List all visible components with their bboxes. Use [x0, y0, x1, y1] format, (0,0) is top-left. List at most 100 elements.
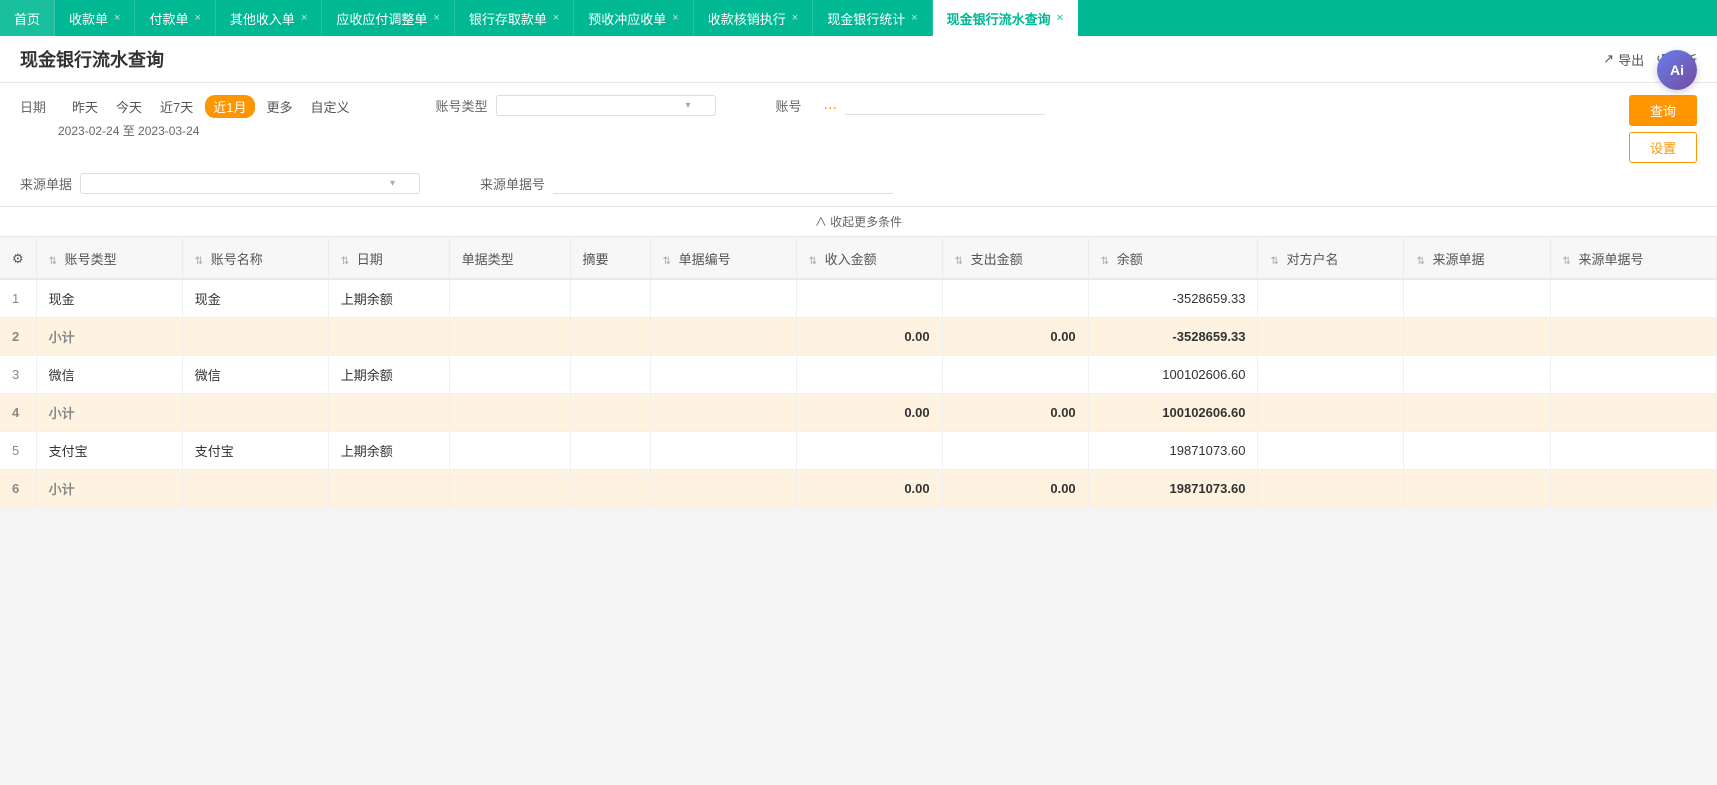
table-settings-col[interactable]: ⚙ — [0, 239, 36, 279]
cell-income: 0.00 — [796, 470, 942, 508]
cell-source-doc — [1404, 318, 1550, 356]
cell-account-name: 支付宝 — [182, 432, 328, 470]
cell-balance: 19871073.60 — [1088, 432, 1258, 470]
table-row[interactable]: 1现金现金上期余额-3528659.33 — [0, 279, 1717, 318]
nav-prepaid[interactable]: 预收冲应收单 × — [574, 0, 693, 36]
nav-home[interactable]: 首页 — [0, 0, 55, 36]
source-doc-no-input[interactable] — [553, 174, 893, 194]
date-opt-custom[interactable]: 自定义 — [305, 95, 356, 118]
cell-balance: 100102606.60 — [1088, 356, 1258, 394]
table-row[interactable]: 6小计0.000.0019871073.60 — [0, 470, 1717, 508]
date-opt-7days[interactable]: 近7天 — [154, 95, 199, 118]
date-label: 日期 — [20, 97, 60, 116]
cell-date: 上期余额 — [328, 279, 449, 318]
cell-counterparty — [1258, 356, 1404, 394]
date-opt-1month[interactable]: 近1月 — [205, 95, 254, 118]
cell-source-doc — [1404, 470, 1550, 508]
cell-source-doc-no — [1550, 394, 1717, 432]
cell-doc-no — [650, 356, 796, 394]
nav-other-income[interactable]: 其他收入单 × — [216, 0, 322, 36]
nav-receipt-close[interactable]: × — [114, 12, 120, 24]
nav-payment-close[interactable]: × — [194, 12, 200, 24]
sort-icon-doc-no[interactable]: ⇅ — [663, 256, 671, 267]
source-doc-chevron: ▾ — [390, 178, 395, 189]
nav-adjustment-close[interactable]: × — [433, 12, 439, 24]
ai-badge[interactable]: Ai — [1657, 50, 1697, 90]
account-no-label: 账号 — [776, 96, 816, 115]
nav-bank-stats-close[interactable]: × — [911, 12, 917, 24]
date-opt-more[interactable]: 更多 — [261, 95, 299, 118]
nav-receipt[interactable]: 收款单 × — [55, 0, 135, 36]
nav-settlement[interactable]: 收款核销执行 × — [694, 0, 813, 36]
nav-bank-flow[interactable]: 现金银行流水查询 × — [933, 0, 1078, 36]
col-source-doc-no: ⇅ 来源单据号 — [1550, 239, 1717, 279]
cell-income: 0.00 — [796, 318, 942, 356]
cell-summary — [570, 470, 650, 508]
cell-account-type: 小计 — [36, 318, 182, 356]
account-no-input[interactable] — [845, 95, 1045, 115]
cell-doc-no — [650, 470, 796, 508]
sort-icon-source-doc[interactable]: ⇅ — [1416, 256, 1424, 267]
cell-counterparty — [1258, 279, 1404, 318]
col-source-doc: ⇅ 来源单据 — [1404, 239, 1550, 279]
page-title: 现金银行流水查询 — [20, 46, 164, 72]
sort-icon-account-type[interactable]: ⇅ — [49, 256, 57, 267]
source-doc-select[interactable]: ▾ — [80, 173, 420, 194]
cell-income: 0.00 — [796, 394, 942, 432]
sort-icon-balance[interactable]: ⇅ — [1101, 256, 1109, 267]
account-type-select[interactable]: ▾ — [496, 95, 716, 116]
cell-date — [328, 318, 449, 356]
nav-prepaid-close[interactable]: × — [672, 12, 678, 24]
date-opt-yesterday[interactable]: 昨天 — [66, 95, 104, 118]
cell-account-name — [182, 318, 328, 356]
cell-expense: 0.00 — [942, 318, 1088, 356]
col-date: ⇅ 日期 — [328, 239, 449, 279]
cell-source-doc — [1404, 356, 1550, 394]
nav-bank-deposit-close[interactable]: × — [553, 12, 559, 24]
collapse-bar[interactable]: ∧ 收起更多条件 — [0, 207, 1717, 237]
nav-bank-stats[interactable]: 现金银行统计 × — [813, 0, 932, 36]
table-row[interactable]: 2小计0.000.00-3528659.33 — [0, 318, 1717, 356]
table-row[interactable]: 3微信微信上期余额100102606.60 — [0, 356, 1717, 394]
sort-icon-expense[interactable]: ⇅ — [955, 256, 963, 267]
nav-adjustment[interactable]: 应收应付调整单 × — [322, 0, 454, 36]
cell-source-doc-no — [1550, 318, 1717, 356]
nav-other-income-close[interactable]: × — [301, 12, 307, 24]
data-table: ⚙ ⇅ 账号类型 ⇅ 账号名称 ⇅ 日期 单据类型 摘要 — [0, 239, 1717, 508]
cell-source-doc-no — [1550, 356, 1717, 394]
nav-bank-deposit[interactable]: 银行存取款单 × — [455, 0, 574, 36]
cell-source-doc — [1404, 279, 1550, 318]
table-row[interactable]: 4小计0.000.00100102606.60 — [0, 394, 1717, 432]
cell-balance: 100102606.60 — [1088, 394, 1258, 432]
cell-counterparty — [1258, 470, 1404, 508]
cell-income — [796, 356, 942, 394]
cell-doc-type — [449, 356, 570, 394]
nav-bank-flow-close[interactable]: × — [1057, 12, 1063, 24]
account-type-chevron: ▾ — [686, 100, 691, 111]
sort-icon-account-name[interactable]: ⇅ — [195, 256, 203, 267]
sort-icon-counterparty[interactable]: ⇅ — [1270, 256, 1278, 267]
cell-balance: -3528659.33 — [1088, 279, 1258, 318]
table-row[interactable]: 5支付宝支付宝上期余额19871073.60 — [0, 432, 1717, 470]
nav-payment[interactable]: 付款单 × — [135, 0, 215, 36]
cell-counterparty — [1258, 318, 1404, 356]
query-button[interactable]: 查询 — [1629, 95, 1697, 126]
table-container: ⚙ ⇅ 账号类型 ⇅ 账号名称 ⇅ 日期 单据类型 摘要 — [0, 239, 1717, 508]
sort-icon-income[interactable]: ⇅ — [809, 256, 817, 267]
settings-button[interactable]: 设置 — [1629, 132, 1697, 163]
gear-icon[interactable]: ⚙ — [12, 251, 24, 266]
sort-icon-date[interactable]: ⇅ — [341, 256, 349, 267]
export-button[interactable]: ↗ 导出 — [1603, 50, 1644, 69]
cell-counterparty — [1258, 432, 1404, 470]
cell-doc-type — [449, 279, 570, 318]
nav-settlement-close[interactable]: × — [792, 12, 798, 24]
cell-date — [328, 470, 449, 508]
cell-account-type: 小计 — [36, 394, 182, 432]
col-account-type: ⇅ 账号类型 — [36, 239, 182, 279]
cell-summary — [570, 432, 650, 470]
account-dots[interactable]: ... — [824, 96, 837, 114]
cell-doc-type — [449, 470, 570, 508]
sort-icon-source-doc-no[interactable]: ⇅ — [1563, 256, 1571, 267]
date-opt-today[interactable]: 今天 — [110, 95, 148, 118]
cell-summary — [570, 318, 650, 356]
